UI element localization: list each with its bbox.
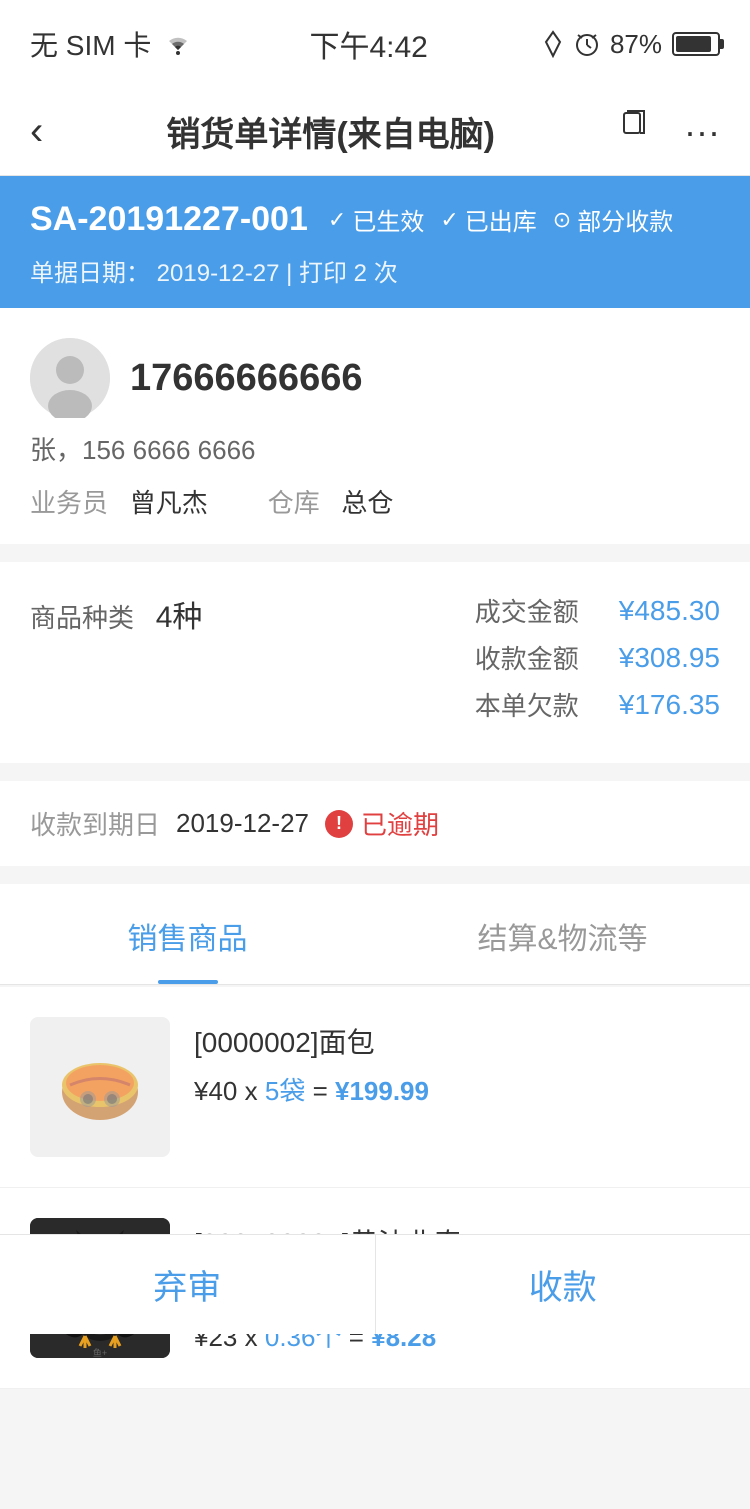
product-total-1: ¥199.99 bbox=[335, 1076, 429, 1106]
svg-text:鱼+: 鱼+ bbox=[93, 1347, 107, 1358]
status-badges: ✓ 已生效 ✓ 已出库 ⊙ 部分收款 bbox=[328, 202, 673, 237]
divider-3 bbox=[0, 868, 750, 884]
header-banner: SA-20191227-001 ✓ 已生效 ✓ 已出库 ⊙ 部分收款 单据日期：… bbox=[0, 176, 750, 308]
product-price-1: ¥40 x 5袋 = ¥199.99 bbox=[194, 1071, 720, 1108]
overdue-badge: ! 已逾期 bbox=[325, 805, 439, 842]
nav-actions: ··· bbox=[618, 109, 720, 154]
amount-row-1: 成交金额 ¥485.30 bbox=[475, 592, 720, 629]
overdue-icon: ! bbox=[325, 810, 353, 838]
order-id: SA-20191227-001 bbox=[30, 200, 308, 239]
product-count: 4种 bbox=[156, 601, 203, 634]
customer-meta: 业务员 曾凡杰 仓库 总仓 bbox=[30, 483, 720, 520]
product-image-1 bbox=[30, 1017, 170, 1157]
carrier-text: 无 SIM 卡 bbox=[30, 24, 151, 64]
received-label: 收款金额 bbox=[475, 639, 579, 676]
status-badge-2: ✓ 已出库 bbox=[440, 202, 536, 237]
amount-row-3: 本单欠款 ¥176.35 bbox=[475, 686, 720, 723]
status-bar: 无 SIM 卡 下午4:42 87% bbox=[0, 0, 750, 88]
status-time: 下午4:42 bbox=[309, 22, 427, 66]
check-icon-2: ✓ bbox=[440, 207, 458, 233]
debt-value: ¥176.35 bbox=[619, 689, 720, 721]
battery-percent: 87% bbox=[610, 29, 662, 60]
summary-row: 商品种类 4种 成交金额 ¥485.30 收款金额 ¥308.95 本单欠款 ¥… bbox=[30, 592, 720, 733]
nav-bar: ‹ 销货单详情(来自电脑) ··· bbox=[0, 88, 750, 176]
customer-phone: 17666666666 bbox=[130, 357, 362, 400]
wifi-icon bbox=[161, 32, 195, 56]
sales-name: 曾凡杰 bbox=[130, 488, 208, 518]
summary-section: 商品种类 4种 成交金额 ¥485.30 收款金额 ¥308.95 本单欠款 ¥… bbox=[0, 562, 750, 763]
page-title: 销货单详情(来自电脑) bbox=[166, 107, 495, 156]
cancel-button[interactable]: 弃审 bbox=[0, 1235, 376, 1334]
header-date-info: 单据日期： 2019-12-27 | 打印 2 次 bbox=[30, 253, 720, 288]
due-section: 收款到期日 2019-12-27 ! 已逾期 bbox=[0, 781, 750, 866]
product-item-1: [0000002]面包 ¥40 x 5袋 = ¥199.99 bbox=[0, 987, 750, 1188]
check-icon-1: ✓ bbox=[328, 207, 346, 233]
confirm-button[interactable]: 收款 bbox=[376, 1235, 750, 1334]
bottom-bar: 弃审 收款 bbox=[0, 1234, 750, 1334]
due-label: 收款到期日 bbox=[30, 805, 160, 842]
summary-left: 商品种类 4种 bbox=[30, 592, 202, 636]
product-qty-1: 5袋 bbox=[265, 1076, 305, 1106]
amount-row-2: 收款金额 ¥308.95 bbox=[475, 639, 720, 676]
customer-section: 17666666666 张，156 6666 6666 业务员 曾凡杰 仓库 总… bbox=[0, 308, 750, 544]
alarm-icon bbox=[574, 31, 600, 57]
status-right: 87% bbox=[542, 29, 720, 60]
divider-1 bbox=[0, 546, 750, 562]
clock-icon: ⊙ bbox=[553, 207, 571, 233]
status-badge-1: ✓ 已生效 bbox=[328, 202, 424, 237]
tabs-row: 销售商品 结算&物流等 bbox=[0, 884, 750, 985]
debt-label: 本单欠款 bbox=[475, 686, 579, 723]
battery-icon bbox=[672, 32, 720, 56]
tab-products[interactable]: 销售商品 bbox=[0, 884, 375, 984]
warehouse-label: 仓库 bbox=[268, 488, 320, 518]
tabs-section: 销售商品 结算&物流等 bbox=[0, 884, 750, 985]
customer-detail: 张，156 6666 6666 bbox=[30, 430, 720, 467]
received-value: ¥308.95 bbox=[619, 642, 720, 674]
location-icon bbox=[542, 30, 564, 58]
avatar bbox=[30, 338, 110, 418]
status-badge-3: ⊙ 部分收款 bbox=[553, 202, 673, 237]
tab-settlement[interactable]: 结算&物流等 bbox=[375, 884, 750, 984]
battery-fill bbox=[676, 36, 711, 52]
product-info-1: [0000002]面包 ¥40 x 5袋 = ¥199.99 bbox=[194, 1017, 720, 1108]
warehouse-name: 总仓 bbox=[341, 488, 393, 518]
bottom-spacer bbox=[0, 1389, 750, 1509]
overdue-text: 已逾期 bbox=[361, 805, 439, 842]
amount-value: ¥485.30 bbox=[619, 595, 720, 627]
share-button[interactable] bbox=[618, 109, 654, 154]
due-date: 2019-12-27 bbox=[176, 808, 309, 839]
customer-row: 17666666666 bbox=[30, 338, 720, 418]
sales-label: 业务员 bbox=[30, 488, 108, 518]
divider-2 bbox=[0, 765, 750, 781]
amount-label: 成交金额 bbox=[475, 592, 579, 629]
summary-right: 成交金额 ¥485.30 收款金额 ¥308.95 本单欠款 ¥176.35 bbox=[475, 592, 720, 733]
back-button[interactable]: ‹ bbox=[30, 109, 43, 154]
more-button[interactable]: ··· bbox=[684, 111, 720, 153]
status-left: 无 SIM 卡 bbox=[30, 24, 195, 64]
header-row1: SA-20191227-001 ✓ 已生效 ✓ 已出库 ⊙ 部分收款 bbox=[30, 200, 720, 239]
product-name-1: [0000002]面包 bbox=[194, 1021, 720, 1061]
